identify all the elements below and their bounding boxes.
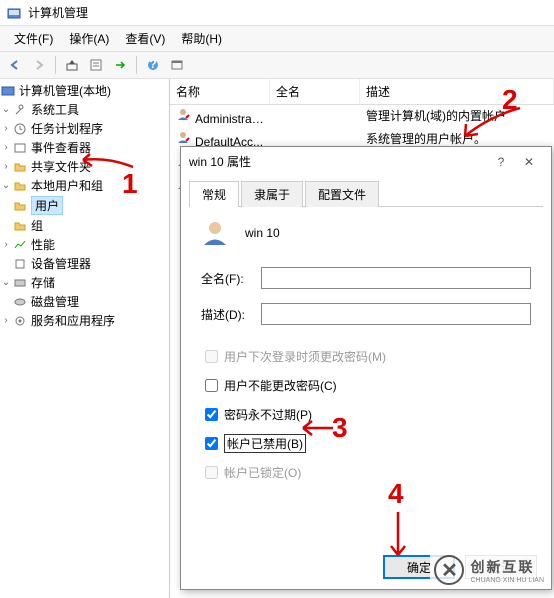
clock-icon — [12, 121, 28, 137]
window-title: 计算机管理 — [28, 4, 88, 21]
username-display: win 10 — [245, 226, 280, 240]
fullname-input[interactable] — [261, 267, 531, 289]
user-icon — [176, 130, 192, 146]
storage-icon — [12, 275, 28, 291]
app-icon — [6, 5, 22, 21]
toolbar: ? — [0, 51, 554, 79]
expander-icon[interactable]: › — [0, 123, 12, 134]
tab-general[interactable]: 常规 — [189, 181, 239, 207]
dialog-title: win 10 属性 — [189, 153, 251, 170]
tree-users[interactable]: 用户 — [0, 195, 169, 216]
expander-icon[interactable]: › — [0, 315, 12, 326]
user-large-icon — [201, 219, 233, 247]
tree-shared-folders[interactable]: › 共享文件夹 — [0, 157, 169, 176]
tab-memberof[interactable]: 隶属于 — [241, 181, 303, 207]
cb-password-never-expires[interactable] — [205, 408, 218, 421]
expander-icon[interactable]: ⌄ — [0, 104, 12, 115]
users-folder-icon — [12, 178, 28, 194]
menu-view[interactable]: 查看(V) — [117, 28, 173, 49]
disk-icon — [12, 294, 28, 310]
services-icon — [12, 313, 28, 329]
device-icon — [12, 256, 28, 272]
tree-storage[interactable]: ⌄ 存储 — [0, 273, 169, 292]
menu-bar: 文件(F) 操作(A) 查看(V) 帮助(H) — [0, 26, 554, 51]
menu-file[interactable]: 文件(F) — [6, 28, 61, 49]
dialog-close-button[interactable]: ✕ — [515, 155, 543, 169]
dialog-tabs: 常规 隶属于 配置文件 — [189, 180, 543, 207]
col-fullname[interactable]: 全名 — [270, 79, 360, 104]
forward-button[interactable] — [28, 54, 50, 76]
properties-button[interactable] — [85, 54, 107, 76]
dialog-help-button[interactable]: ? — [487, 155, 515, 169]
logo-mark: ✕ — [434, 555, 464, 585]
refresh-button[interactable] — [166, 54, 188, 76]
help-button[interactable]: ? — [142, 54, 164, 76]
desc-label: 描述(D): — [201, 306, 261, 323]
user-icon — [176, 107, 192, 123]
tree-task-scheduler[interactable]: › 任务计划程序 — [0, 119, 169, 138]
tree-device-manager[interactable]: 设备管理器 — [0, 254, 169, 273]
folder-icon — [12, 159, 28, 175]
cb-cannot-change-password[interactable] — [205, 379, 218, 392]
list-row[interactable]: Administrat... 管理计算机(域)的内置帐户 — [170, 105, 554, 128]
expander-icon[interactable]: › — [0, 142, 12, 153]
tree-disk-management[interactable]: 磁盘管理 — [0, 292, 169, 311]
computer-icon — [0, 83, 16, 99]
desc-input[interactable] — [261, 303, 531, 325]
dialog-title-bar: win 10 属性 ? ✕ — [181, 147, 551, 176]
event-icon — [12, 140, 28, 156]
tree-local-users-groups[interactable]: ⌄ 本地用户和组 — [0, 176, 169, 195]
list-header: 名称 全名 描述 — [170, 79, 554, 105]
tree-performance[interactable]: › 性能 — [0, 235, 169, 254]
properties-dialog: win 10 属性 ? ✕ 常规 隶属于 配置文件 win 10 全名(F): … — [180, 146, 552, 590]
expander-icon[interactable]: › — [0, 161, 12, 172]
tab-profile[interactable]: 配置文件 — [305, 181, 379, 207]
tree-systools[interactable]: ⌄ 系统工具 — [0, 100, 169, 119]
folder-icon — [12, 218, 28, 234]
expander-icon[interactable]: ⌄ — [0, 180, 12, 191]
expander-icon[interactable]: ⌄ — [0, 277, 12, 288]
watermark-logo: ✕ 创新互联 CHUANG XIN HU LIAN — [430, 553, 548, 587]
fullname-label: 全名(F): — [201, 270, 261, 287]
tree-services-apps[interactable]: › 服务和应用程序 — [0, 311, 169, 330]
menu-help[interactable]: 帮助(H) — [173, 28, 230, 49]
tree-groups[interactable]: 组 — [0, 216, 169, 235]
perf-icon — [12, 237, 28, 253]
expander-icon[interactable]: › — [0, 239, 12, 250]
back-button[interactable] — [4, 54, 26, 76]
folder-icon — [12, 198, 28, 214]
export-button[interactable] — [109, 54, 131, 76]
tools-icon — [12, 102, 28, 118]
col-name[interactable]: 名称 — [170, 79, 270, 104]
cb-account-disabled[interactable] — [205, 437, 218, 450]
cb-account-locked — [205, 466, 218, 479]
col-desc[interactable]: 描述 — [360, 79, 554, 104]
up-button[interactable] — [61, 54, 83, 76]
window-title-bar: 计算机管理 — [0, 0, 554, 26]
svg-text:?: ? — [149, 58, 156, 71]
nav-tree[interactable]: 计算机管理(本地) ⌄ 系统工具 › 任务计划程序 › 事件查看器 › 共享文件… — [0, 79, 170, 598]
tree-root[interactable]: 计算机管理(本地) — [0, 81, 169, 100]
menu-action[interactable]: 操作(A) — [61, 28, 117, 49]
tree-event-viewer[interactable]: › 事件查看器 — [0, 138, 169, 157]
cb-must-change-password — [205, 350, 218, 363]
